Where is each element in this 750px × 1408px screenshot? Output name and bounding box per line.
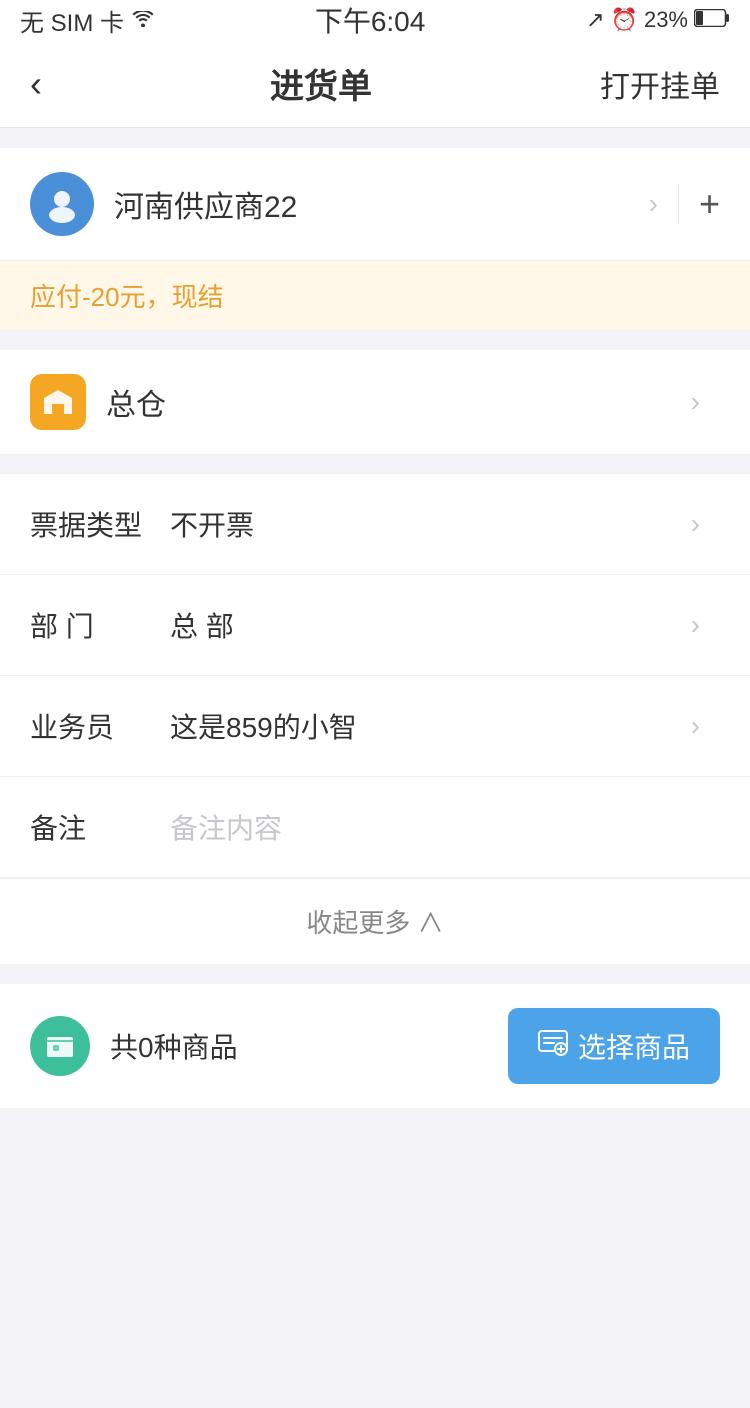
salesperson-label: 业务员 [30,706,150,746]
invoice-type-value: 不开票 [150,504,691,544]
department-label: 部 门 [30,605,150,645]
select-product-button[interactable]: 选择商品 [508,1008,720,1084]
warehouse-section: 总仓 › [0,350,750,454]
product-count-label: 共0种商品 [110,1026,508,1066]
invoice-type-label: 票据类型 [30,504,150,544]
status-left: 无 SIM 卡 [20,3,154,38]
salesperson-row[interactable]: 业务员 这是859的小智 › [0,676,750,777]
nav-bar: ‹ 进货单 打开挂单 [0,40,750,128]
salesperson-chevron-icon: › [691,710,700,742]
invoice-type-chevron-icon: › [691,508,700,540]
divider [678,184,679,224]
warehouse-icon [30,374,86,430]
product-section: 共0种商品 选择商品 [0,984,750,1108]
alarm-icon: ⏰ [611,7,638,33]
warehouse-row[interactable]: 总仓 › [0,350,750,454]
remark-row[interactable]: 备注 备注内容 [0,777,750,878]
select-product-label: 选择商品 [578,1026,690,1066]
warehouse-chevron-icon: › [691,386,700,418]
department-row[interactable]: 部 门 总 部 › [0,575,750,676]
section-gap-1 [0,128,750,148]
wifi-icon [132,6,154,34]
supplier-row[interactable]: 河南供应商22 › + [0,148,750,261]
supplier-name: 河南供应商22 [114,182,649,226]
select-product-icon [538,1030,568,1063]
warehouse-name: 总仓 [106,380,691,424]
battery-icon [694,7,730,33]
status-right: ↗ ⏰ 23% [586,7,730,33]
department-value: 总 部 [150,605,691,645]
location-icon: ↗ [586,7,604,33]
status-bar: 无 SIM 卡 下午6:04 ↗ ⏰ 23% [0,0,750,40]
back-button[interactable]: ‹ [30,63,42,105]
supplier-section: 河南供应商22 › + 应付-20元，现结 [0,148,750,330]
salesperson-value: 这是859的小智 [150,706,691,746]
invoice-type-row[interactable]: 票据类型 不开票 › [0,474,750,575]
open-pending-button[interactable]: 打开挂单 [600,62,720,106]
department-chevron-icon: › [691,609,700,641]
add-supplier-button[interactable]: + [699,183,720,225]
notice-bar: 应付-20元，现结 [0,261,750,330]
status-time: 下午6:04 [315,0,426,40]
form-section: 票据类型 不开票 › 部 门 总 部 › 业务员 这是859的小智 › 备注 备… [0,474,750,964]
battery-label: 23% [644,7,688,33]
collapse-row[interactable]: 收起更多 ∧ [0,878,750,964]
product-icon [30,1016,90,1076]
remark-input[interactable]: 备注内容 [150,807,720,847]
no-sim-label: 无 SIM 卡 [20,3,124,38]
page-title: 进货单 [270,59,372,108]
bottom-fill [0,1108,750,1408]
supplier-chevron-icon: › [649,188,658,220]
remark-label: 备注 [30,807,150,847]
supplier-avatar [30,172,94,236]
